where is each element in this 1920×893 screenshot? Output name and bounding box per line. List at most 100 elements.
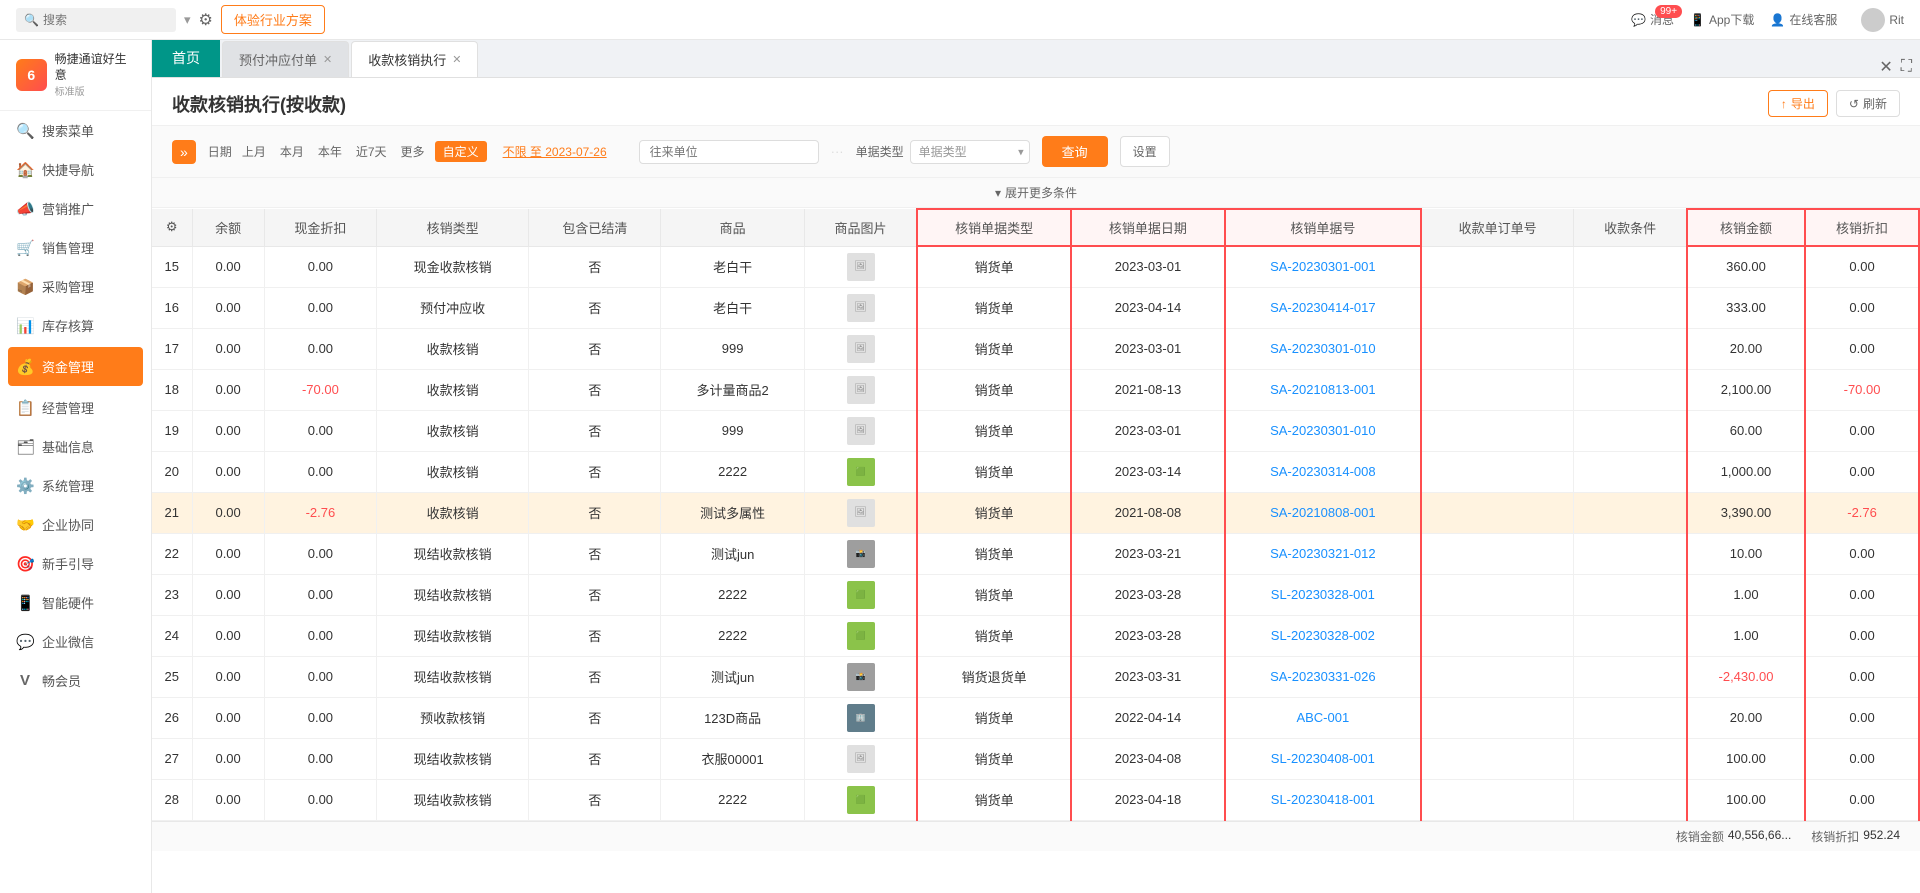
table-cell[interactable]: SA-20230331-026 [1225,656,1421,697]
sidebar-item-enterprise[interactable]: 🤝 企业协同 [0,505,151,544]
table-cell: 100.00 [1687,779,1805,820]
table-cell[interactable]: SA-20230321-012 [1225,533,1421,574]
trial-btn[interactable]: 体验行业方案 [221,5,325,34]
sidebar-item-marketing[interactable]: 📣 营销推广 [0,189,151,228]
refresh-btn[interactable]: ↺ 刷新 [1836,90,1900,117]
date-7days[interactable]: 近7天 [352,141,391,162]
table-header-row: ⚙ 余额 现金折扣 核销类型 包含已结清 商品 商品图片 核销单据类型 核销单据… [152,209,1919,246]
sidebar-item-newbie[interactable]: 🎯 新手引导 [0,544,151,583]
sidebar-item-basic[interactable]: 🗂 基础信息 [0,427,151,466]
date-more[interactable]: 更多 [397,141,429,162]
date-this-month[interactable]: 本月 [276,141,308,162]
sidebar-item-label: 企业微信 [42,632,94,651]
tab-writeoff[interactable]: 收款核销执行 ✕ [351,41,478,77]
dropdown-arrow[interactable]: ▾ [184,12,191,28]
sidebar-item-search[interactable]: 🔍 搜索菜单 [0,111,151,150]
table-cell: 0.00 [264,451,376,492]
tab-writeoff-close[interactable]: ✕ [452,53,461,66]
bill-no-link[interactable]: SL-20230418-001 [1271,792,1375,807]
bill-no-link[interactable]: SA-20230414-017 [1270,300,1376,315]
table-cell[interactable]: SL-20230418-001 [1225,779,1421,820]
table-cell: -70.00 [264,369,376,410]
table-cell[interactable]: SA-20230301-001 [1225,246,1421,287]
filter-bar: » 日期 上月 本月 本年 近7天 更多 自定义 不限 至 2023-07-26… [152,126,1920,178]
table-cell: 17 [152,328,192,369]
table-cell: 0.00 [192,492,264,533]
sidebar-item-operation[interactable]: 📋 经营管理 [0,388,151,427]
bill-no-link[interactable]: SA-20210808-001 [1270,505,1376,520]
table-cell: 22 [152,533,192,574]
sidebar-item-label: 销售管理 [42,238,94,257]
table-cell [1574,574,1687,615]
table-cell: 20.00 [1687,328,1805,369]
sidebar-item-label: 营销推广 [42,199,94,218]
gear-icon[interactable]: ⚙ [199,10,213,30]
tab-prepay[interactable]: 预付冲应付单 ✕ [222,41,349,77]
search-input[interactable] [43,13,168,27]
sidebar-item-label: 资金管理 [42,357,94,376]
bill-no-link[interactable]: SA-20230301-010 [1270,341,1376,356]
table-cell[interactable]: SA-20230301-010 [1225,410,1421,451]
table-cell: 测试jun [661,533,804,574]
product-thumbnail-empty: 🖼 [847,745,875,773]
bill-no-link[interactable]: SA-20210813-001 [1270,382,1376,397]
sidebar-item-purchase[interactable]: 📦 采购管理 [0,267,151,306]
sidebar-item-sales[interactable]: 🛒 销售管理 [0,228,151,267]
table-cell: 360.00 [1687,246,1805,287]
table-cell[interactable]: SA-20230314-008 [1225,451,1421,492]
table-cell[interactable]: SA-20230414-017 [1225,287,1421,328]
online-service-btn[interactable]: 👤 在线客服 [1770,11,1837,28]
query-btn[interactable]: 查询 [1042,136,1108,167]
table-cell[interactable]: SA-20210808-001 [1225,492,1421,533]
product-thumbnail-empty: 🖼 [847,376,875,404]
maximize-btn[interactable]: ⛶ [1901,58,1912,76]
date-last-month[interactable]: 上月 [238,141,270,162]
bill-no-link[interactable]: SA-20230314-008 [1270,464,1376,479]
table-cell: 2023-04-18 [1071,779,1225,820]
sidebar-item-inventory[interactable]: 📊 库存核算 [0,306,151,345]
date-this-year[interactable]: 本年 [314,141,346,162]
close-window-btn[interactable]: ✕ [1879,57,1892,77]
sidebar-item-system[interactable]: ⚙️ 系统管理 [0,466,151,505]
bill-no-link[interactable]: ABC-001 [1296,710,1349,725]
sidebar-item-member[interactable]: V 畅会员 [0,661,151,700]
bill-no-link[interactable]: SA-20230301-001 [1270,259,1376,274]
sidebar-item-hardware[interactable]: 📱 智能硬件 [0,583,151,622]
table-cell[interactable]: SA-20230301-010 [1225,328,1421,369]
user-menu[interactable]: Rit [1861,8,1904,32]
bill-type-select[interactable]: 单据类型 [910,140,1030,164]
product-thumbnail: 🟩 [847,458,875,486]
tab-prepay-close[interactable]: ✕ [323,53,332,66]
search-box[interactable]: 🔍 [16,8,176,32]
sidebar-item-funds[interactable]: 💰 资金管理 [8,347,143,386]
table-cell: 测试多属性 [661,492,804,533]
table-cell: 20.00 [1687,697,1805,738]
filter-expand-btn[interactable]: » [172,140,196,164]
table-cell[interactable]: SL-20230328-001 [1225,574,1421,615]
sidebar-item-wechat[interactable]: 💬 企业微信 [0,622,151,661]
bill-no-link[interactable]: SL-20230328-001 [1271,587,1375,602]
sidebar-item-guide[interactable]: 🏠 快捷导航 [0,150,151,189]
bill-no-link[interactable]: SL-20230408-001 [1271,751,1375,766]
bill-no-link[interactable]: SA-20230301-010 [1270,423,1376,438]
table-cell[interactable]: SL-20230408-001 [1225,738,1421,779]
unit-input[interactable] [639,140,819,164]
table-cell: -2.76 [264,492,376,533]
export-btn[interactable]: ↑ 导出 [1768,90,1828,117]
table-cell: 否 [529,492,661,533]
message-btn[interactable]: 💬 消息 99+ [1631,11,1674,28]
bill-no-link[interactable]: SA-20230331-026 [1270,669,1376,684]
table-cell: 2023-03-01 [1071,410,1225,451]
table-cell: -70.00 [1805,369,1919,410]
bill-no-link[interactable]: SA-20230321-012 [1270,546,1376,561]
bill-no-link[interactable]: SL-20230328-002 [1271,628,1375,643]
table-cell[interactable]: ABC-001 [1225,697,1421,738]
app-download-btn[interactable]: 📱 App下载 [1690,11,1754,28]
expand-more-btn[interactable]: ▾ 展开更多条件 [995,184,1077,201]
table-cell[interactable]: SL-20230328-002 [1225,615,1421,656]
table-cell[interactable]: SA-20210813-001 [1225,369,1421,410]
date-custom-btn[interactable]: 自定义 [435,141,487,162]
tab-home[interactable]: 首页 [152,40,220,77]
th-settings[interactable]: ⚙ [152,209,192,246]
settings-btn[interactable]: 设置 [1120,136,1170,167]
